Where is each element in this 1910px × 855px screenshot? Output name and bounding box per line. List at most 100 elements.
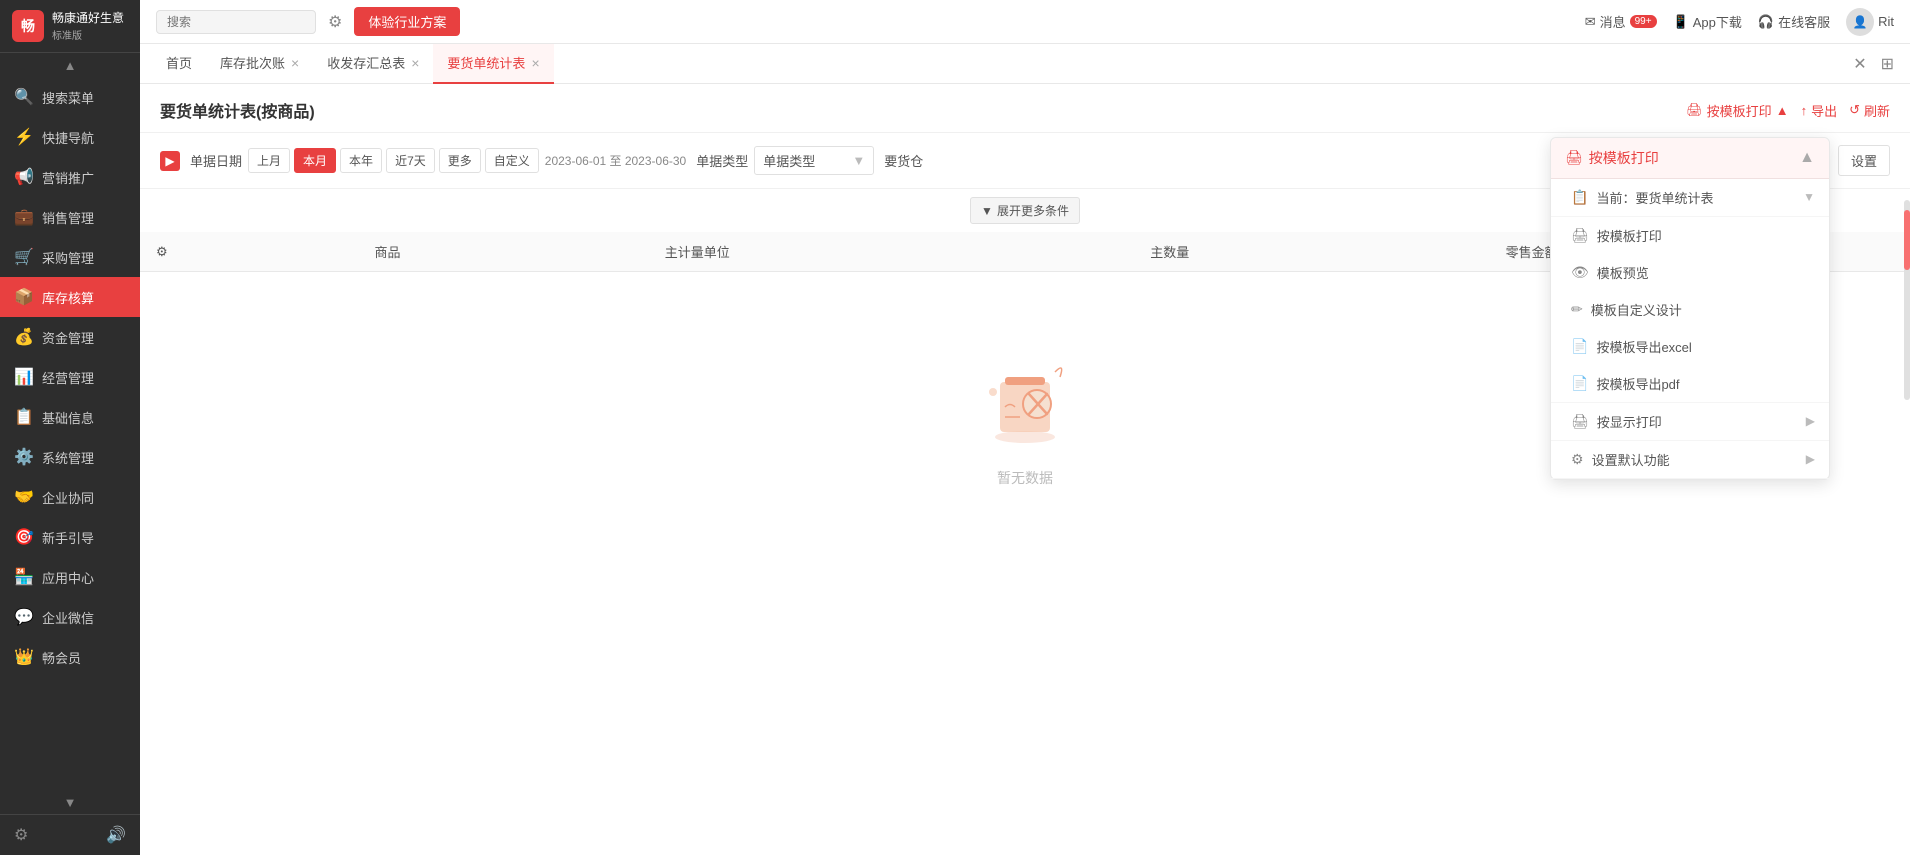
tab-order-stats-close[interactable]: × (531, 55, 539, 71)
online-service-action[interactable]: 🎧 在线客服 (1758, 12, 1830, 31)
tab-bar: 首页 库存批次账 × 收发存汇总表 × 要货单统计表 × ✕ ⊞ (140, 44, 1910, 84)
sidebar-item-finance[interactable]: 💰 资金管理 (0, 317, 140, 357)
tab-order-stats[interactable]: 要货单统计表 × (433, 44, 553, 84)
filter-goods-warehouse-group: 要货仓 (884, 151, 923, 170)
sidebar-nav: 🔍 搜索菜单 ⚡ 快捷导航 📢 营销推广 💼 销售管理 🛒 采购管理 📦 库存核… (0, 77, 140, 790)
table-col-goods: 商品 (358, 232, 648, 272)
dropdown-set-default-label: 设置默认功能 (1592, 450, 1670, 469)
tab-batch-account-close[interactable]: × (291, 55, 299, 71)
tab-order-stats-label: 要货单统计表 (447, 53, 525, 72)
empty-text: 暂无数据 (997, 468, 1053, 488)
sidebar-item-marketing[interactable]: 📢 营销推广 (0, 157, 140, 197)
right-scrollbar-thumb[interactable] (1904, 210, 1910, 270)
dropdown-current-item[interactable]: 📋 当前：要货单统计表 ▼ (1551, 179, 1829, 216)
dropdown-template-preview[interactable]: 👁 模板预览 (1551, 254, 1829, 291)
sidebar-item-search-label: 搜索菜单 (42, 88, 94, 107)
logo-text: 畅康通好生意 (52, 10, 124, 27)
sidebar-item-guide[interactable]: 🎯 新手引导 (0, 517, 140, 557)
tab-home[interactable]: 首页 (152, 44, 206, 84)
sidebar-item-member[interactable]: 👑 畅会员 (0, 637, 140, 677)
tab-batch-account-label: 库存批次账 (220, 53, 285, 72)
date-btn-custom[interactable]: 自定义 (485, 148, 539, 173)
date-btn-this-year[interactable]: 本年 (340, 148, 382, 173)
date-btn-7days[interactable]: 近7天 (386, 148, 435, 173)
date-btn-more[interactable]: 更多 (439, 148, 481, 173)
app-download-action[interactable]: 📱 App下载 (1673, 12, 1742, 31)
sidebar-item-appstore-label: 应用中心 (42, 568, 94, 587)
export-button[interactable]: ↑ 导出 (1801, 101, 1838, 120)
table-col-settings[interactable]: ⚙ (140, 232, 358, 272)
refresh-icon: ↺ (1849, 102, 1860, 118)
dropdown-display-print[interactable]: 🖨 按显示打印 ▶ (1551, 403, 1829, 440)
dropdown-template-print-label: 按模板打印 (1597, 226, 1662, 245)
settings-button[interactable]: 设置 (1838, 145, 1890, 176)
table-settings-icon[interactable]: ⚙ (156, 244, 168, 259)
sidebar-item-operation[interactable]: 📊 经营管理 (0, 357, 140, 397)
dropdown-title: 🖨 按模板打印 (1565, 148, 1659, 168)
sidebar-item-basic[interactable]: 📋 基础信息 (0, 397, 140, 437)
app-download-icon: 📱 (1673, 14, 1689, 30)
top-gear-icon[interactable]: ⚙ (328, 12, 342, 32)
expand-more-label: 展开更多条件 (997, 202, 1069, 219)
sidebar-item-basic-label: 基础信息 (42, 408, 94, 427)
sidebar: 畅 畅康通好生意 标准版 ▲ 🔍 搜索菜单 ⚡ 快捷导航 📢 营销推广 💼 销售… (0, 0, 140, 855)
main-area: ⚙ 体验行业方案 ✉ 消息 99+ 📱 App下载 🎧 在线客服 👤 Rit (140, 0, 1910, 855)
online-service-label: 在线客服 (1778, 12, 1830, 31)
avatar: 👤 (1846, 8, 1874, 36)
user-action[interactable]: 👤 Rit (1846, 8, 1894, 36)
tab-close-all-button[interactable]: ✕ (1849, 50, 1870, 78)
sidebar-item-appstore[interactable]: 🏪 应用中心 (0, 557, 140, 597)
dropdown-printer-icon: 🖨 (1565, 149, 1583, 166)
guide-icon: 🎯 (14, 527, 34, 547)
dropdown-template-print[interactable]: 🖨 按模板打印 (1551, 217, 1829, 254)
refresh-button[interactable]: ↺ 刷新 (1849, 101, 1890, 120)
export-icon: ↑ (1801, 103, 1808, 118)
dropdown-close-icon[interactable]: ▲ (1799, 149, 1815, 167)
sidebar-item-sales[interactable]: 💼 销售管理 (0, 197, 140, 237)
display-print-icon: 🖨 (1571, 413, 1589, 430)
logo-badge: 标准版 (52, 27, 124, 42)
dropdown-template-export-pdf[interactable]: 📄 按模板导出pdf (1551, 365, 1829, 402)
top-bar: ⚙ 体验行业方案 ✉ 消息 99+ 📱 App下载 🎧 在线客服 👤 Rit (140, 0, 1910, 44)
logo-area[interactable]: 畅 畅康通好生意 标准版 (0, 0, 140, 53)
filter-expand-icon[interactable]: ▶ (160, 151, 180, 171)
logo-icon: 畅 (12, 10, 44, 42)
sidebar-item-purchase[interactable]: 🛒 采购管理 (0, 237, 140, 277)
inventory-icon: 📦 (14, 287, 34, 307)
tab-receivable-summary-close[interactable]: × (411, 55, 419, 71)
top-search-input[interactable] (156, 10, 316, 34)
print-template-button[interactable]: 🖨 按模板打印 ▲ (1686, 101, 1788, 120)
tab-maximize-button[interactable]: ⊞ (1877, 50, 1898, 78)
display-print-chevron-icon: ▶ (1806, 414, 1815, 428)
right-scrollbar[interactable] (1904, 200, 1910, 400)
date-btn-this-month[interactable]: 本月 (294, 148, 336, 173)
page-title: 要货单统计表(按商品) (160, 98, 315, 122)
sidebar-scroll-down[interactable]: ▼ (0, 790, 140, 814)
sidebar-item-enterprise[interactable]: 🤝 企业协同 (0, 477, 140, 517)
appstore-icon: 🏪 (14, 567, 34, 587)
dropdown-template-export-excel[interactable]: 📄 按模板导出excel (1551, 328, 1829, 365)
settings-bottom-icon[interactable]: ⚙ (14, 825, 28, 845)
trial-button[interactable]: 体验行业方案 (354, 7, 460, 36)
message-badge: 99+ (1630, 15, 1657, 28)
message-action[interactable]: ✉ 消息 99+ (1585, 12, 1657, 31)
sidebar-scroll-up[interactable]: ▲ (0, 53, 140, 77)
sidebar-item-shortcut[interactable]: ⚡ 快捷导航 (0, 117, 140, 157)
table-col-unit: 主计量单位 (649, 232, 1134, 272)
tab-receivable-summary[interactable]: 收发存汇总表 × (313, 44, 433, 84)
tab-batch-account[interactable]: 库存批次账 × (206, 44, 313, 84)
sidebar-item-inventory[interactable]: 📦 库存核算 (0, 277, 140, 317)
sidebar-item-search[interactable]: 🔍 搜索菜单 (0, 77, 140, 117)
print-dropdown-popup: 🖨 按模板打印 ▲ 📋 当前：要货单统计表 ▼ (1550, 137, 1830, 480)
expand-more-button[interactable]: ▼ 展开更多条件 (970, 197, 1080, 224)
dropdown-title-text: 按模板打印 (1589, 148, 1659, 168)
sound-bottom-icon[interactable]: 🔊 (106, 825, 126, 845)
operation-icon: 📊 (14, 367, 34, 387)
order-type-select[interactable]: 单据类型 ▼ (754, 146, 874, 175)
sidebar-item-wechat[interactable]: 💬 企业微信 (0, 597, 140, 637)
dropdown-set-default[interactable]: ⚙ 设置默认功能 ▶ (1551, 441, 1829, 478)
sidebar-item-system[interactable]: ⚙️ 系统管理 (0, 437, 140, 477)
purchase-icon: 🛒 (14, 247, 34, 267)
date-btn-last-month[interactable]: 上月 (248, 148, 290, 173)
dropdown-template-custom[interactable]: ✏ 模板自定义设计 (1551, 291, 1829, 328)
